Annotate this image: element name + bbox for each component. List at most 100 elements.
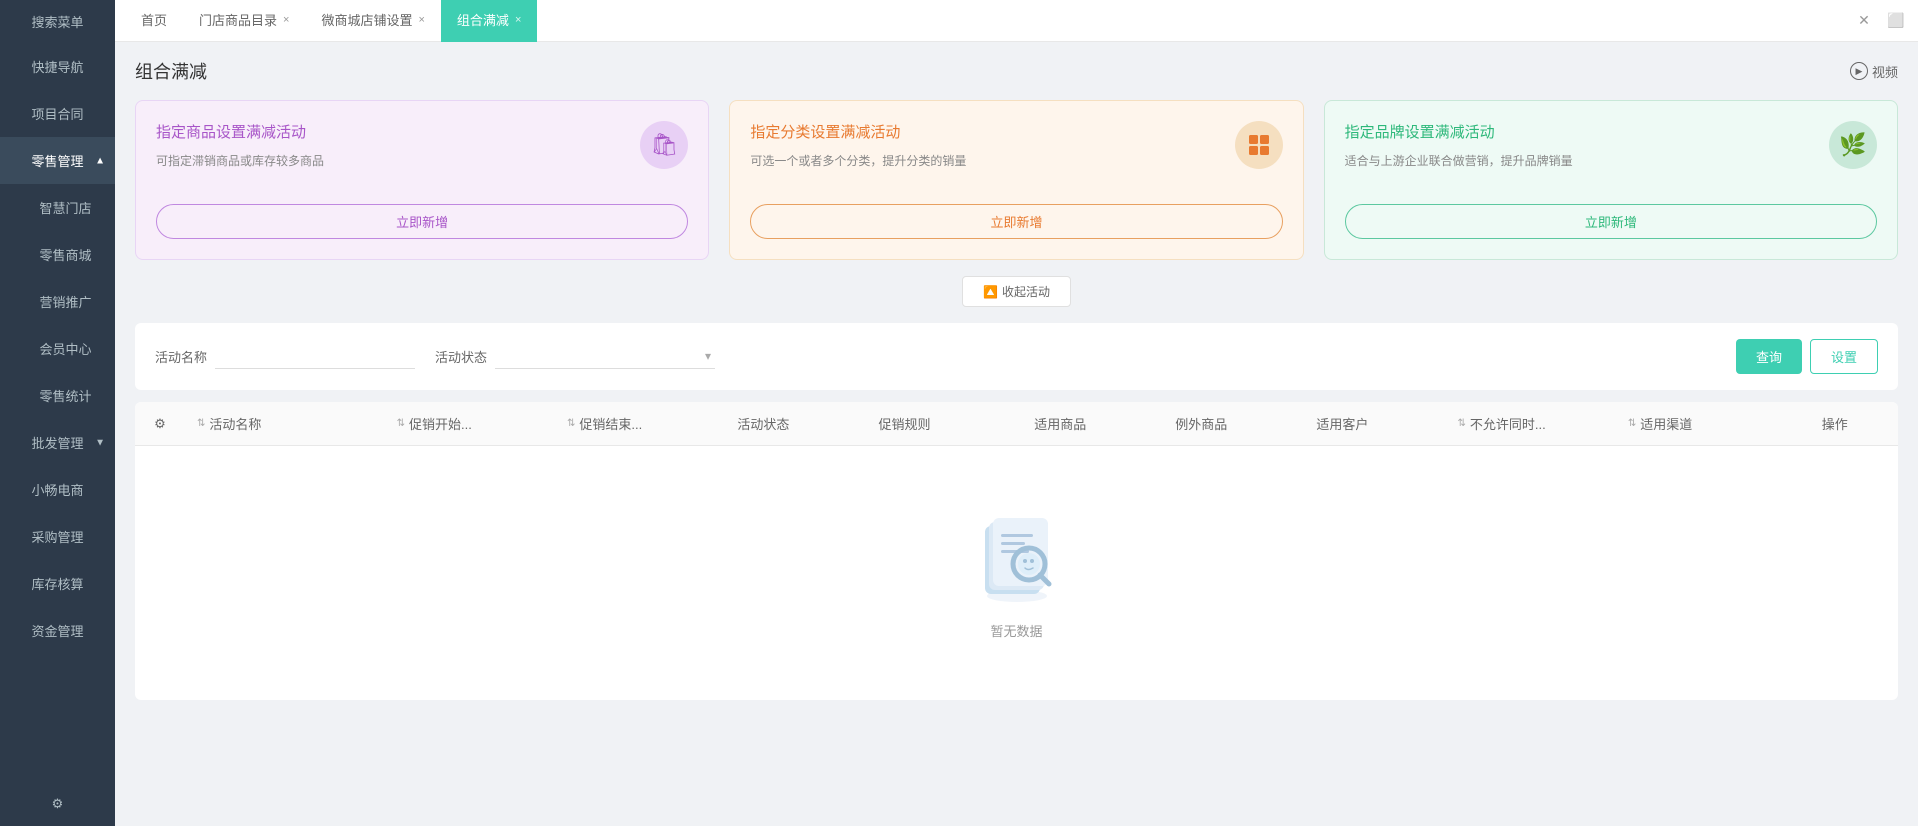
- filter-bar: 活动名称 活动状态 ▾ 查询 设置: [135, 323, 1898, 390]
- tab-close-icon[interactable]: ×: [283, 14, 289, 26]
- th-channel-label: 适用渠道: [1640, 414, 1692, 433]
- activity-name-filter: 活动名称: [155, 345, 415, 369]
- category-card-desc: 可选一个或者多个分类，提升分类的销量: [750, 152, 1282, 188]
- sort-icon[interactable]: ⇅: [1457, 418, 1465, 429]
- empty-text: 暂无数据: [990, 621, 1042, 640]
- th-customer: 适用客户: [1304, 414, 1445, 433]
- product-card-add-button[interactable]: 立即新增: [156, 204, 688, 239]
- sidebar-item-label: 批发管理: [31, 436, 83, 451]
- video-link[interactable]: ▶ 视频: [1850, 62, 1898, 81]
- th-customer-label: 适用客户: [1316, 414, 1368, 433]
- settings-gear-icon[interactable]: ⚙: [154, 416, 166, 432]
- product-card-desc: 可指定滞销商品或库存较多商品: [156, 152, 688, 188]
- page-header: 组合满减 ▶ 视频: [135, 58, 1898, 84]
- maximize-icon: ⬜: [1887, 12, 1904, 29]
- gear-icon: ⚙: [52, 796, 64, 811]
- category-card-add-button[interactable]: 立即新增: [750, 204, 1282, 239]
- sidebar-item-retail-stats[interactable]: 零售统计: [0, 372, 115, 419]
- th-rule: 促销规则: [866, 414, 1022, 433]
- brand-card-icon: 🌿: [1829, 121, 1877, 169]
- sort-icon[interactable]: ⇅: [567, 418, 575, 429]
- product-card-title: 指定商品设置满减活动: [156, 121, 688, 142]
- tab-close-icon[interactable]: ×: [418, 14, 424, 26]
- th-start: ⇅ 促销开始...: [385, 414, 555, 433]
- sort-icon[interactable]: ⇅: [1628, 418, 1636, 429]
- sort-icon[interactable]: ⇅: [197, 418, 205, 429]
- th-action-label: 操作: [1822, 414, 1848, 433]
- empty-state: 暂无数据: [135, 446, 1898, 700]
- filter-actions: 查询 设置: [1736, 339, 1878, 374]
- video-label: 视频: [1872, 62, 1898, 81]
- th-except: 例外商品: [1163, 414, 1304, 433]
- tab-label: 微商城店铺设置: [321, 10, 412, 29]
- play-icon: ▶: [1850, 62, 1868, 80]
- th-end-label: 促销结束...: [579, 414, 642, 433]
- product-card-icon: 🛍: [640, 121, 688, 169]
- th-status-label: 活动状态: [737, 414, 789, 433]
- query-button[interactable]: 查询: [1736, 339, 1802, 374]
- category-discount-card: 指定分类设置满减活动 可选一个或者多个分类，提升分类的销量 立即新增: [729, 100, 1303, 260]
- sidebar-item-smart-store[interactable]: 智慧门店: [0, 184, 115, 231]
- sidebar-item-member-center[interactable]: 会员中心: [0, 325, 115, 372]
- sidebar-item-label: 项目合同: [31, 107, 83, 122]
- sidebar-item-label: 零售管理: [31, 154, 83, 169]
- brand-card-add-button[interactable]: 立即新增: [1345, 204, 1877, 239]
- settings-button[interactable]: ⚙: [0, 782, 115, 826]
- th-action: 操作: [1772, 414, 1898, 433]
- sidebar-item-fund-mgmt[interactable]: 资金管理: [0, 607, 115, 654]
- th-start-label: 促销开始...: [409, 414, 472, 433]
- tab-label: 首页: [141, 10, 167, 29]
- sidebar-item-label: 资金管理: [31, 624, 83, 639]
- sidebar-item-wholesale-mgmt[interactable]: 批发管理 ▼: [0, 419, 115, 466]
- brand-card-desc: 适合与上游企业联合做营销，提升品牌销量: [1345, 152, 1877, 188]
- th-goods: 适用商品: [1022, 414, 1163, 433]
- tab-bar: 首页 门店商品目录 × 微商城店铺设置 × 组合满减 × ✕ ⬜: [115, 0, 1918, 42]
- expand-icon: ▲: [95, 155, 105, 166]
- tab-home[interactable]: 首页: [125, 0, 183, 42]
- tab-wechat-store[interactable]: 微商城店铺设置 ×: [305, 0, 440, 42]
- page-content: 组合满减 ▶ 视频 🛍 指定商品设置满减活动 可指定滞销商品或库存较多商品 立即…: [115, 42, 1918, 826]
- sidebar-item-label: 会员中心: [39, 342, 91, 357]
- brand-card-title: 指定品牌设置满减活动: [1345, 121, 1877, 142]
- cards-container: 🛍 指定商品设置满减活动 可指定滞销商品或库存较多商品 立即新增 指定分类设置满…: [135, 100, 1898, 260]
- maximize-window-button[interactable]: ⬜: [1884, 9, 1908, 33]
- empty-illustration: [967, 506, 1067, 609]
- activity-status-filter: 活动状态 ▾: [435, 345, 715, 369]
- sidebar: 搜索菜单 快捷导航 项目合同 零售管理 ▲ 智慧门店 零售商城 营销推广 会员中…: [0, 0, 115, 826]
- th-end: ⇅ 促销结束...: [555, 414, 725, 433]
- th-notallow: ⇅ 不允许同时...: [1445, 414, 1615, 433]
- tab-combo-discount[interactable]: 组合满减 ×: [441, 0, 537, 42]
- activity-name-input[interactable]: [215, 345, 415, 369]
- sidebar-item-label: 快捷导航: [31, 60, 83, 75]
- table-container: ⚙ ⇅ 活动名称 ⇅ 促销开始... ⇅ 促销结束... 活动状态: [135, 402, 1898, 700]
- tab-label: 组合满减: [457, 10, 509, 29]
- set-button[interactable]: 设置: [1810, 339, 1878, 374]
- sidebar-item-purchase-mgmt[interactable]: 采购管理: [0, 513, 115, 560]
- sidebar-item-quick-nav[interactable]: 快捷导航: [0, 43, 115, 90]
- sidebar-item-xiaochang-ecom[interactable]: 小畅电商: [0, 466, 115, 513]
- sidebar-search[interactable]: 搜索菜单: [0, 0, 115, 43]
- page-title: 组合满减: [135, 58, 207, 84]
- sidebar-item-project-contract[interactable]: 项目合同: [0, 90, 115, 137]
- collapse-up-icon: 🔼: [983, 285, 998, 299]
- tab-store-catalog[interactable]: 门店商品目录 ×: [183, 0, 305, 42]
- sidebar-item-label: 营销推广: [39, 295, 91, 310]
- th-goods-label: 适用商品: [1034, 414, 1086, 433]
- window-controls: ✕ ⬜: [1852, 9, 1908, 33]
- tab-close-icon[interactable]: ×: [515, 14, 521, 26]
- sidebar-item-retail-mgmt[interactable]: 零售管理 ▲: [0, 137, 115, 184]
- activity-status-label: 活动状态: [435, 347, 487, 366]
- sidebar-item-retail-mall[interactable]: 零售商城: [0, 231, 115, 278]
- sidebar-item-inventory-settle[interactable]: 库存核算: [0, 560, 115, 607]
- activity-status-select-wrap: ▾: [495, 345, 715, 369]
- activity-status-select-value[interactable]: [495, 345, 705, 368]
- collapse-button[interactable]: 🔼 收起活动: [962, 276, 1071, 307]
- sidebar-item-label: 库存核算: [31, 577, 83, 592]
- sort-icon[interactable]: ⇅: [397, 418, 405, 429]
- close-window-button[interactable]: ✕: [1852, 9, 1876, 33]
- th-channel: ⇅ 适用渠道: [1616, 414, 1772, 433]
- sidebar-item-marketing[interactable]: 营销推广: [0, 278, 115, 325]
- th-notallow-label: 不允许同时...: [1470, 414, 1546, 433]
- product-discount-card: 🛍 指定商品设置满减活动 可指定滞销商品或库存较多商品 立即新增: [135, 100, 709, 260]
- sidebar-item-label: 零售商城: [39, 248, 91, 263]
